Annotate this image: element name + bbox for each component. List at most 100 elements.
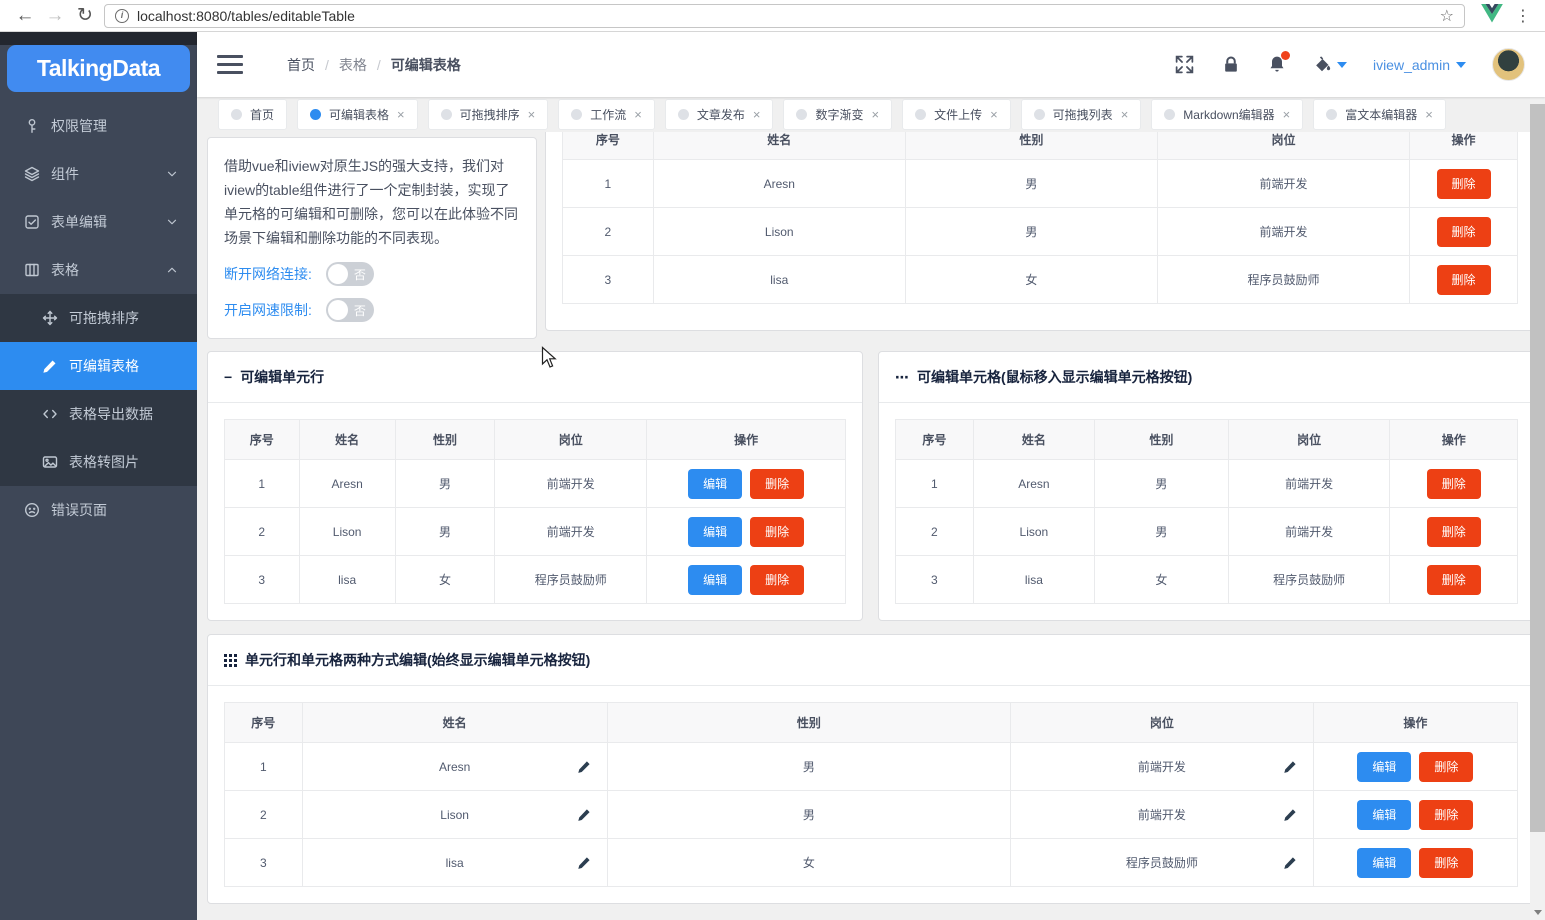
table-row: 2 Lison 男前端开发 删除: [562, 207, 1518, 256]
delete-button[interactable]: 删除: [1419, 751, 1474, 782]
pencil-icon: [42, 358, 59, 375]
edit-button[interactable]: 编辑: [1357, 751, 1412, 782]
sidebar-toggle-button[interactable]: [217, 55, 243, 74]
edit-cell-icon[interactable]: [1283, 760, 1297, 774]
page-info-icon[interactable]: i: [115, 8, 129, 23]
sidebar-item-table-to-image[interactable]: 表格转图片: [0, 438, 197, 486]
table-row: 2 Lison 男前端开发 删除: [895, 507, 1518, 556]
delete-button[interactable]: 删除: [750, 468, 805, 499]
tab-workflow[interactable]: 工作流 ×: [558, 99, 655, 130]
delete-button[interactable]: 删除: [750, 564, 805, 595]
sidebar-item-permissions[interactable]: 权限管理: [0, 102, 197, 150]
disconnect-network-toggle[interactable]: 否: [325, 262, 374, 286]
breadcrumb-current: 可编辑表格: [390, 56, 461, 73]
edit-cell-icon[interactable]: [577, 808, 591, 822]
limit-speed-toggle[interactable]: 否: [325, 298, 374, 322]
tab-richtext-editor[interactable]: 富文本编辑器 ×: [1313, 99, 1446, 130]
layers-icon: [24, 166, 41, 183]
close-icon[interactable]: ×: [1121, 107, 1129, 122]
close-icon[interactable]: ×: [753, 107, 761, 122]
scrollbar-thumb[interactable]: [1530, 104, 1545, 832]
tab-number-gradient[interactable]: 数字渐变 ×: [783, 99, 893, 130]
edit-button[interactable]: 编辑: [1357, 847, 1412, 878]
delete-button[interactable]: 删除: [1436, 168, 1491, 199]
back-icon[interactable]: ←: [10, 5, 40, 27]
url-text[interactable]: localhost:8080/tables/editableTable: [137, 8, 1432, 24]
tab-dot: [571, 109, 583, 120]
both-edit-card: 单元行和单元格两种方式编辑(始终显示编辑单元格按钮) 序号 姓名 性别 岗位 操作 1: [207, 634, 1535, 904]
scroll-down-arrow[interactable]: [1530, 905, 1545, 920]
user-menu[interactable]: iview_admin: [1373, 57, 1466, 73]
close-icon[interactable]: ×: [634, 107, 642, 122]
fullscreen-icon[interactable]: [1174, 54, 1195, 75]
delete-button[interactable]: 删除: [1426, 468, 1481, 499]
table-row: 2 Lison 男 前端开发 编辑 删除: [224, 790, 1519, 839]
edit-cell-icon[interactable]: [577, 760, 591, 774]
reload-icon[interactable]: ↻: [70, 4, 100, 27]
screen: ← → ↻ i localhost:8080/tables/editableTa…: [0, 0, 1545, 920]
url-bar[interactable]: i localhost:8080/tables/editableTable ☆: [104, 3, 1465, 28]
close-icon[interactable]: ×: [1425, 107, 1433, 122]
tab-article-publish[interactable]: 文章发布 ×: [664, 99, 774, 130]
tab-draggable-sort[interactable]: 可拖拽排序 ×: [427, 99, 549, 130]
vue-devtools-icon[interactable]: [1481, 3, 1503, 28]
tab-home[interactable]: 首页: [218, 99, 288, 130]
browser-menu-icon[interactable]: ⋮: [1515, 6, 1531, 26]
chevron-down-icon: [165, 167, 179, 181]
tab-draggable-list[interactable]: 可拖拽列表 ×: [1020, 99, 1142, 130]
tab-dot: [796, 109, 808, 120]
table-row: 1 Aresn 男前端开发 编辑 删除: [224, 459, 846, 508]
both-edit-table: 序号 姓名 性别 岗位 操作 1 Aresn 男 前端开发 编辑 删除 2 Li…: [224, 702, 1519, 887]
edit-button[interactable]: 编辑: [688, 516, 743, 547]
breadcrumb-tables[interactable]: 表格: [339, 55, 367, 75]
sidebar-item-editable-table[interactable]: 可编辑表格: [0, 342, 197, 390]
tab-dot: [440, 109, 452, 120]
delete-button[interactable]: 删除: [1436, 264, 1491, 295]
sidebar-item-form-edit[interactable]: 表单编辑: [0, 198, 197, 246]
edit-button[interactable]: 编辑: [1357, 799, 1412, 830]
tab-bar: 首页 可编辑表格 × 可拖拽排序 × 工作流 × 文章发布 × 数字渐变 × 文件上传 × …: [197, 97, 1545, 132]
close-icon[interactable]: ×: [528, 107, 536, 122]
sidebar-item-tables[interactable]: 表格: [0, 246, 197, 294]
close-icon[interactable]: ×: [990, 107, 998, 122]
breadcrumb-home[interactable]: 首页: [287, 55, 315, 75]
table-row: 3 lisa 女程序员鼓励师 删除: [562, 255, 1518, 304]
delete-button[interactable]: 删除: [1426, 516, 1481, 547]
sidebar-item-error-page[interactable]: 错误页面: [0, 486, 197, 534]
theme-paint-icon[interactable]: [1313, 55, 1347, 75]
notification-bell-icon[interactable]: [1267, 51, 1290, 75]
tab-file-upload[interactable]: 文件上传 ×: [902, 99, 1011, 130]
notification-badge: [1280, 51, 1290, 60]
tables-submenu: 可拖拽排序 可编辑表格 表格导出数据 表格转图片: [0, 294, 197, 486]
edit-button[interactable]: 编辑: [688, 564, 743, 595]
edit-cell-icon[interactable]: [577, 856, 591, 870]
close-icon[interactable]: ×: [1283, 107, 1291, 122]
breadcrumb: 首页 / 表格 / 可编辑表格: [287, 55, 461, 75]
close-icon[interactable]: ×: [871, 107, 879, 122]
delete-button[interactable]: 删除: [1419, 847, 1474, 878]
edit-button[interactable]: 编辑: [688, 468, 743, 499]
sidebar-top-strip: [0, 32, 197, 45]
bookmark-star-icon[interactable]: ☆: [1440, 6, 1454, 26]
page-content: 借助vue和iview对原生JS的强大支持，我们对iview的table组件进行…: [197, 132, 1545, 920]
table-row: 1 Aresn 男 前端开发 编辑 删除: [224, 742, 1519, 791]
delete-button[interactable]: 删除: [750, 516, 805, 547]
edit-cell-icon[interactable]: [1283, 856, 1297, 870]
card-title: 可编辑单元行: [240, 369, 325, 385]
edit-cell-icon[interactable]: [1283, 808, 1297, 822]
sidebar-item-components[interactable]: 组件: [0, 150, 197, 198]
tab-dot: [231, 109, 242, 120]
close-icon[interactable]: ×: [397, 107, 405, 122]
avatar[interactable]: [1492, 48, 1525, 81]
tab-editable-table[interactable]: 可编辑表格 ×: [297, 99, 418, 130]
page-scrollbar[interactable]: [1530, 32, 1545, 920]
tab-markdown-editor[interactable]: Markdown编辑器 ×: [1151, 99, 1304, 130]
delete-button[interactable]: 删除: [1426, 564, 1481, 595]
intro-card: 借助vue和iview对原生JS的强大支持，我们对iview的table组件进行…: [207, 137, 537, 339]
sidebar-item-draggable-sort[interactable]: 可拖拽排序: [0, 294, 197, 342]
sidebar-item-table-export[interactable]: 表格导出数据: [0, 390, 197, 438]
delete-button[interactable]: 删除: [1436, 216, 1491, 247]
tab-dot: [915, 109, 927, 120]
lock-icon[interactable]: [1221, 55, 1241, 75]
delete-button[interactable]: 删除: [1419, 799, 1474, 830]
